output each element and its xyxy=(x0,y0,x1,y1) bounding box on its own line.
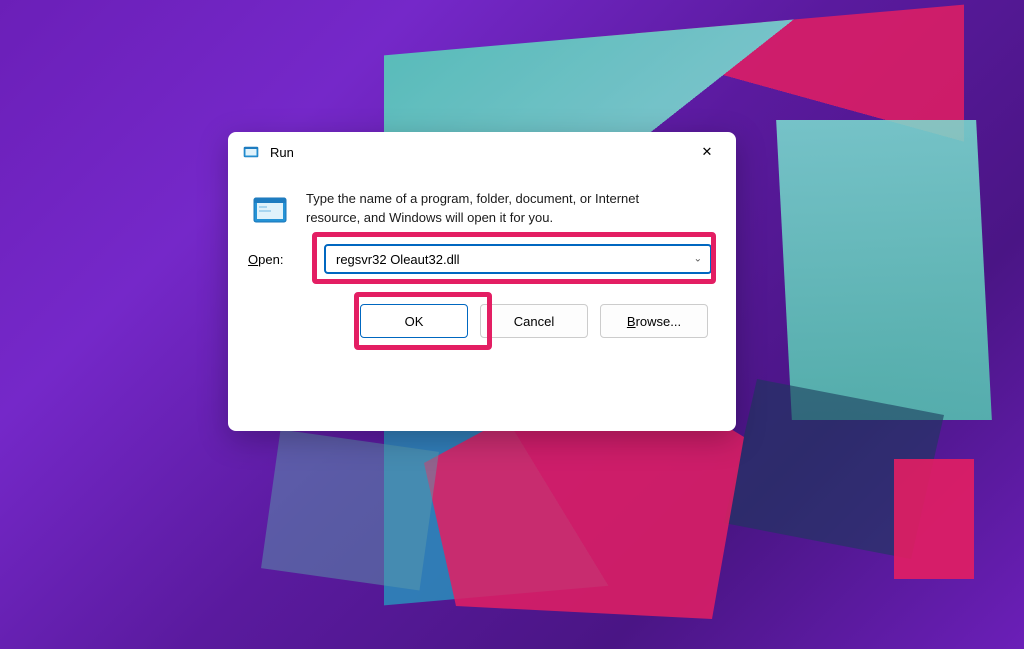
open-label: Open: xyxy=(248,252,304,267)
wallpaper-shape xyxy=(776,120,992,420)
run-icon xyxy=(252,192,288,228)
dialog-titlebar[interactable]: Run ✕ xyxy=(228,132,736,172)
wallpaper-shape xyxy=(894,459,974,579)
button-row: OK Cancel Browse... xyxy=(248,304,712,338)
close-button[interactable]: ✕ xyxy=(686,137,728,167)
open-input[interactable] xyxy=(324,244,712,274)
info-text: Type the name of a program, folder, docu… xyxy=(306,190,712,228)
input-row: Open: ⌄ xyxy=(248,244,712,274)
close-icon: ✕ xyxy=(702,144,713,160)
dialog-body: Type the name of a program, folder, docu… xyxy=(228,172,736,354)
run-icon xyxy=(242,143,260,161)
dialog-title: Run xyxy=(270,145,686,160)
cancel-button[interactable]: Cancel xyxy=(480,304,588,338)
run-dialog: Run ✕ Type the name of a program, folder… xyxy=(228,132,736,431)
info-row: Type the name of a program, folder, docu… xyxy=(248,190,712,228)
browse-button[interactable]: Browse... xyxy=(600,304,708,338)
wallpaper-shape xyxy=(261,430,439,591)
ok-button[interactable]: OK xyxy=(360,304,468,338)
open-combobox[interactable]: ⌄ xyxy=(324,244,712,274)
